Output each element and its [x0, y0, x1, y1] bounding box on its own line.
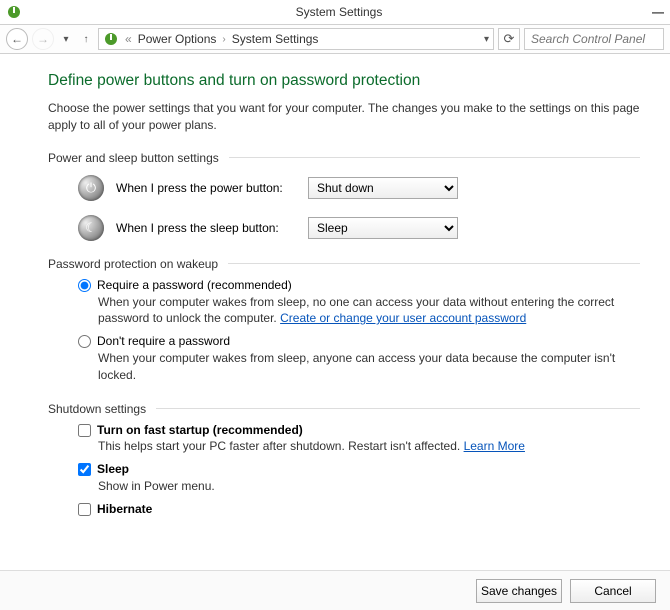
breadcrumb-icon [103, 31, 119, 47]
create-password-link[interactable]: Create or change your user account passw… [280, 311, 526, 325]
section-shutdown: Shutdown settings [48, 402, 640, 416]
divider [156, 408, 640, 409]
sleep-button-row: ☾ When I press the sleep button: Sleep [78, 211, 640, 245]
search-input[interactable] [524, 28, 664, 50]
back-button[interactable]: ← [6, 28, 28, 50]
breadcrumb-sep-icon: › [222, 34, 225, 45]
page-heading: Define power buttons and turn on passwor… [48, 72, 640, 90]
power-button-select[interactable]: Shut down [308, 177, 458, 199]
breadcrumb-item-1[interactable]: System Settings [232, 32, 319, 46]
check-fast-startup-desc: This helps start your PC faster after sh… [98, 438, 640, 455]
control-panel-icon [6, 4, 22, 20]
learn-more-link[interactable]: Learn More [464, 439, 525, 453]
power-button-row: ⏻ When I press the power button: Shut do… [78, 171, 640, 205]
radio-no-password-label[interactable]: Don't require a password [78, 333, 640, 350]
radio-no-password-title: Don't require a password [97, 333, 230, 350]
sleep-icon: ☾ [78, 215, 104, 241]
divider [228, 263, 640, 264]
check-hibernate-title: Hibernate [97, 501, 152, 518]
radio-require-password: Require a password (recommended) When yo… [78, 277, 640, 327]
breadcrumb-item-0[interactable]: Power Options [138, 32, 217, 46]
minimize-button[interactable]: — [650, 5, 664, 19]
check-fast-startup-title: Turn on fast startup (recommended) [97, 422, 303, 439]
divider [229, 157, 640, 158]
section-shutdown-label: Shutdown settings [48, 402, 146, 416]
check-hibernate: Hibernate [78, 501, 640, 518]
radio-require-password-input[interactable] [78, 279, 91, 292]
radio-require-password-label[interactable]: Require a password (recommended) [78, 277, 640, 294]
cancel-button[interactable]: Cancel [570, 579, 656, 603]
power-icon: ⏻ [78, 175, 104, 201]
check-hibernate-input[interactable] [78, 503, 91, 516]
breadcrumb-dropdown-icon[interactable]: ▾ [484, 34, 489, 45]
forward-button[interactable]: → [32, 28, 54, 50]
breadcrumb-chevrons: « [125, 32, 132, 46]
check-sleep-desc: Show in Power menu. [98, 478, 640, 495]
refresh-button[interactable]: ⟳ [498, 28, 520, 50]
check-sleep-label[interactable]: Sleep [78, 461, 640, 478]
content-area: Define power buttons and turn on passwor… [0, 54, 670, 570]
check-sleep: Sleep Show in Power menu. [78, 461, 640, 495]
check-sleep-title: Sleep [97, 461, 129, 478]
history-dropdown[interactable]: ▾ [58, 28, 74, 50]
section-password-label: Password protection on wakeup [48, 257, 218, 271]
section-password: Password protection on wakeup [48, 257, 640, 271]
power-button-label: When I press the power button: [116, 181, 296, 195]
navbar: ← → ▾ ↑ « Power Options › System Setting… [0, 24, 670, 54]
radio-no-password: Don't require a password When your compu… [78, 333, 640, 383]
up-button[interactable]: ↑ [78, 28, 94, 50]
radio-no-password-desc: When your computer wakes from sleep, any… [98, 350, 640, 384]
check-sleep-input[interactable] [78, 463, 91, 476]
check-fast-startup-label[interactable]: Turn on fast startup (recommended) [78, 422, 640, 439]
sleep-button-label: When I press the sleep button: [116, 221, 296, 235]
footer: Save changes Cancel [0, 570, 670, 610]
check-hibernate-label[interactable]: Hibernate [78, 501, 640, 518]
radio-no-password-input[interactable] [78, 335, 91, 348]
sleep-button-select[interactable]: Sleep [308, 217, 458, 239]
page-description: Choose the power settings that you want … [48, 100, 640, 135]
radio-require-password-title: Require a password (recommended) [97, 277, 292, 294]
window-title: System Settings [28, 5, 650, 19]
section-power-sleep: Power and sleep button settings [48, 151, 640, 165]
check-fast-startup: Turn on fast startup (recommended) This … [78, 422, 640, 456]
titlebar: System Settings — [0, 0, 670, 24]
section-power-sleep-label: Power and sleep button settings [48, 151, 219, 165]
radio-require-password-desc: When your computer wakes from sleep, no … [98, 294, 640, 328]
check-fast-startup-input[interactable] [78, 424, 91, 437]
breadcrumb[interactable]: « Power Options › System Settings ▾ [98, 28, 494, 50]
save-button[interactable]: Save changes [476, 579, 562, 603]
